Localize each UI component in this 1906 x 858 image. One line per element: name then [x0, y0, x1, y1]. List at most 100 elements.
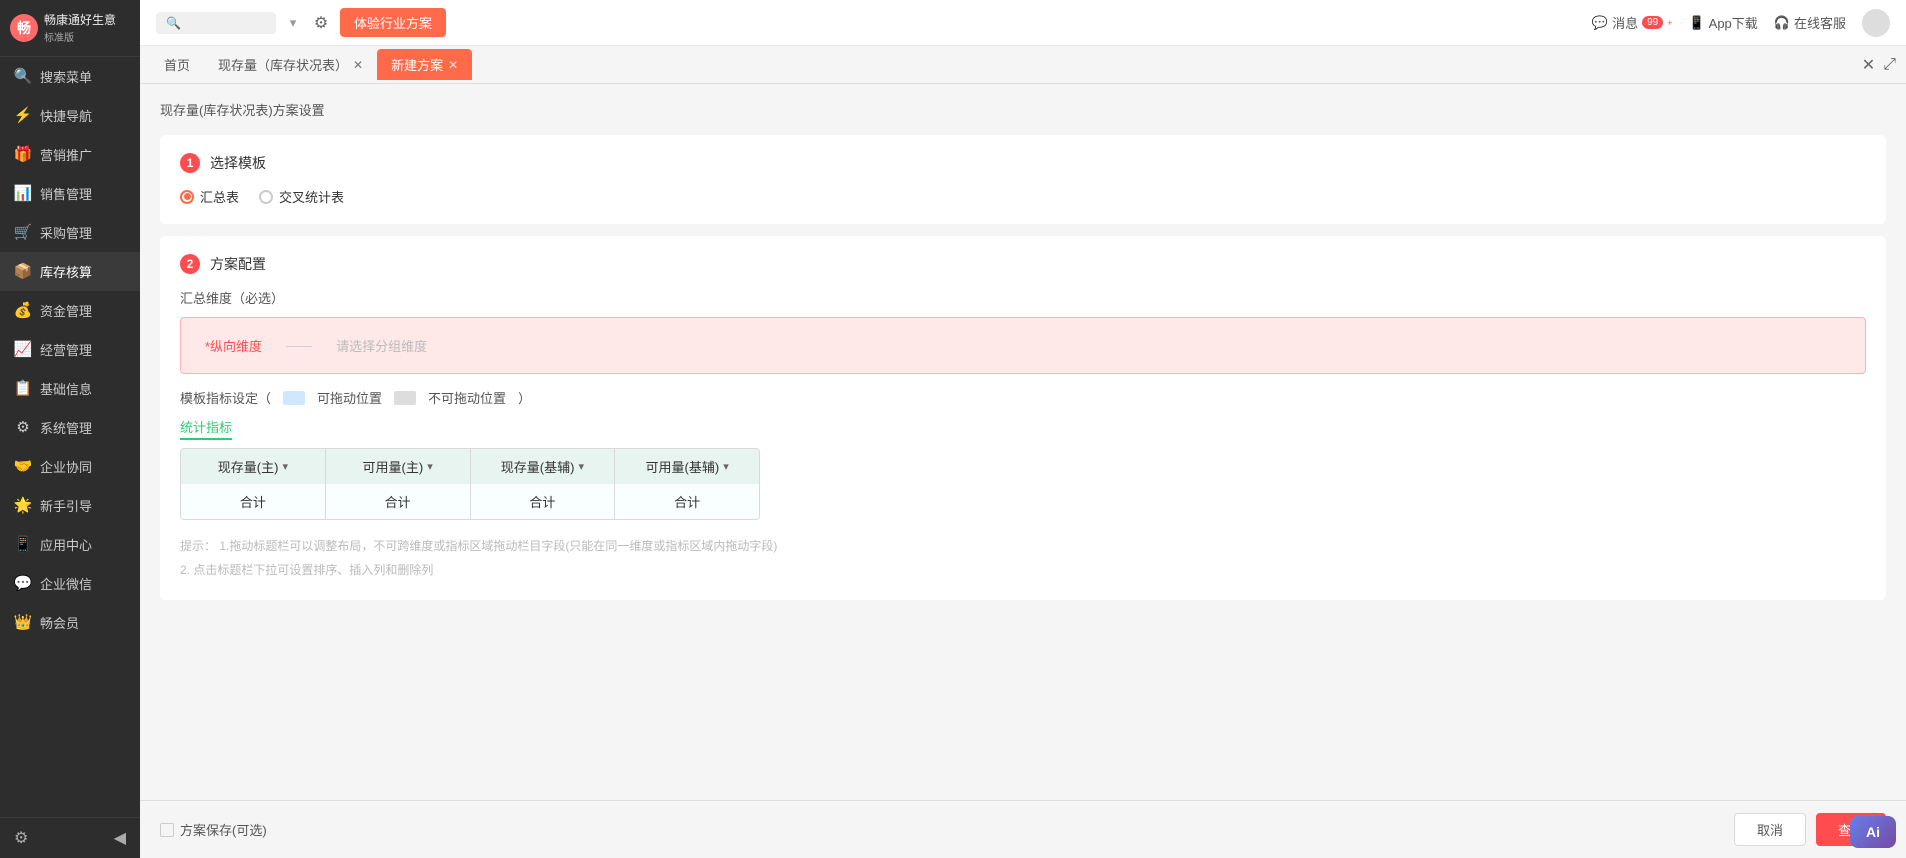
- sidebar-item-label: 资金管理: [40, 301, 92, 320]
- stats-table-header: 现存量(主) ▾ 可用量(主) ▾ 现存量(基辅) ▾ 可用量(基辅): [181, 449, 759, 484]
- search-menu-icon: 🔍: [14, 67, 32, 85]
- appcenter-icon: 📱: [14, 535, 32, 553]
- headset-icon: 🎧: [1774, 15, 1790, 31]
- sidebar-item-quicknav[interactable]: ⚡ 快捷导航: [0, 96, 140, 135]
- dimension-area[interactable]: *纵向维度 —— 请选择分组维度: [180, 317, 1866, 374]
- indicator-settings-row: 模板指标设定（ 可拖动位置 不可拖动位置 ）: [180, 388, 1866, 407]
- header-right: 💬 消息 99 + 📱 App下载 🎧 在线客服: [1592, 9, 1890, 37]
- page-title: 现存量(库存状况表)方案设置: [160, 100, 1886, 119]
- col-header-4[interactable]: 可用量(基辅) ▾: [615, 449, 759, 484]
- phone-icon: 📱: [1688, 15, 1704, 31]
- header-search[interactable]: 🔍: [156, 12, 276, 34]
- stats-label: 统计指标: [180, 417, 232, 440]
- sidebar-item-collab[interactable]: 🤝 企业协同: [0, 447, 140, 486]
- app-download-item[interactable]: 📱 App下载: [1688, 13, 1757, 32]
- messages-item[interactable]: 💬 消息 99 +: [1592, 13, 1673, 32]
- step1-section: 1 选择模板 汇总表 交叉统计表: [160, 135, 1886, 224]
- tab-new-scheme[interactable]: 新建方案 ✕: [377, 49, 472, 80]
- vip-icon: 👑: [14, 613, 32, 631]
- sidebar-item-purchase[interactable]: 🛒 采购管理: [0, 213, 140, 252]
- sidebar-settings-icon[interactable]: ⚙: [14, 828, 28, 848]
- sidebar-item-newguide[interactable]: 🌟 新手引导: [0, 486, 140, 525]
- sidebar-item-label: 库存核算: [40, 262, 92, 281]
- app-name: 畅康通好生意: [44, 12, 116, 29]
- step2-section: 2 方案配置 汇总维度（必选） *纵向维度 —— 请选择分组维度 模板指标设定（…: [160, 236, 1886, 600]
- sidebar-item-finance[interactable]: 💰 资金管理: [0, 291, 140, 330]
- sidebar-bottom: ⚙ ◀: [0, 817, 140, 858]
- tip-1: 提示： 1.拖动标题栏可以调整布局，不可跨维度或指标区域拖动栏目字段(只能在同一…: [180, 534, 1866, 558]
- step2-badge: 2: [180, 254, 200, 274]
- col-header-1-label: 现存量(主): [218, 457, 279, 476]
- col-header-1[interactable]: 现存量(主) ▾: [181, 449, 326, 484]
- sidebar-item-basicinfo[interactable]: 📋 基础信息: [0, 369, 140, 408]
- tab-inventory-close[interactable]: ✕: [353, 58, 363, 72]
- dropdown-icon[interactable]: ▾: [284, 14, 302, 32]
- gear-icon[interactable]: ⚙: [310, 12, 332, 34]
- col-4-chevron[interactable]: ▾: [723, 460, 729, 473]
- tab-home-label: 首页: [164, 55, 190, 74]
- app-version: 标准版: [44, 29, 116, 44]
- tab-inventory[interactable]: 现存量（库存状况表） ✕: [204, 49, 377, 80]
- sidebar-item-operations[interactable]: 📈 经营管理: [0, 330, 140, 369]
- logo-icon: 畅: [10, 14, 38, 42]
- sidebar-item-inventory[interactable]: 📦 库存核算: [0, 252, 140, 291]
- inventory-icon: 📦: [14, 262, 32, 280]
- col-header-2-label: 可用量(主): [363, 457, 424, 476]
- main-area: 🔍 ▾ ⚙ 体验行业方案 💬 消息 99 + 📱 App下载 🎧 在线客服: [140, 0, 1906, 858]
- avatar[interactable]: [1862, 9, 1890, 37]
- sidebar-item-corpwechat[interactable]: 💬 企业微信: [0, 564, 140, 603]
- template-crosstab[interactable]: 交叉统计表: [259, 187, 344, 206]
- stats-table-body: 合计 合计 合计 合计: [181, 484, 759, 519]
- system-icon: ⚙: [14, 418, 32, 436]
- draggable-indicator: [283, 391, 305, 405]
- expand-window-btn[interactable]: ⤢: [1883, 56, 1896, 74]
- col-1-chevron[interactable]: ▾: [282, 460, 288, 473]
- tab-home[interactable]: 首页: [150, 49, 204, 80]
- template-crosstab-label: 交叉统计表: [279, 187, 344, 206]
- dim-placeholder: 请选择分组维度: [336, 336, 427, 355]
- col-header-2[interactable]: 可用量(主) ▾: [326, 449, 471, 484]
- header: 🔍 ▾ ⚙ 体验行业方案 💬 消息 99 + 📱 App下载 🎧 在线客服: [140, 0, 1906, 46]
- online-service-item[interactable]: 🎧 在线客服: [1774, 13, 1846, 32]
- template-summary[interactable]: 汇总表: [180, 187, 239, 206]
- col-body-2-val: 合计: [385, 492, 411, 511]
- sidebar-logo: 畅 畅康通好生意 标准版: [0, 0, 140, 57]
- search-icon: 🔍: [166, 16, 181, 30]
- col-header-3[interactable]: 现存量(基辅) ▾: [471, 449, 616, 484]
- tip-2: 2. 点击标题栏下拉可设置排序、插入列和删除列: [180, 558, 1866, 582]
- save-checkbox[interactable]: [160, 823, 174, 837]
- cancel-button[interactable]: 取消: [1734, 813, 1806, 846]
- radio-crosstab[interactable]: [259, 190, 273, 204]
- col-3-chevron[interactable]: ▾: [578, 460, 584, 473]
- save-label: 方案保存(可选): [180, 820, 267, 839]
- sidebar-item-system[interactable]: ⚙ 系统管理: [0, 408, 140, 447]
- close-window-btn[interactable]: ✕: [1862, 55, 1875, 75]
- step1-badge: 1: [180, 153, 200, 173]
- sidebar-item-label: 快捷导航: [40, 106, 92, 125]
- col-body-3: 合计: [471, 484, 616, 519]
- not-draggable-indicator: [394, 391, 416, 405]
- col-2-chevron[interactable]: ▾: [427, 460, 433, 473]
- industry-btn[interactable]: 体验行业方案: [340, 8, 446, 37]
- stats-section: 统计指标 现存量(主) ▾ 可用量(主) ▾ 现存量(基辅): [180, 417, 1866, 520]
- radio-summary[interactable]: [180, 190, 194, 204]
- sidebar-item-label: 销售管理: [40, 184, 92, 203]
- sidebar-item-search[interactable]: 🔍 搜索菜单: [0, 57, 140, 96]
- sidebar: 畅 畅康通好生意 标准版 🔍 搜索菜单 ⚡ 快捷导航 🎁 营销推广 📊 销售管理…: [0, 0, 140, 858]
- newguide-icon: 🌟: [14, 496, 32, 514]
- ai-float-button[interactable]: Ai: [1850, 816, 1896, 848]
- sidebar-item-label: 基础信息: [40, 379, 92, 398]
- sidebar-item-appcenter[interactable]: 📱 应用中心: [0, 525, 140, 564]
- sidebar-item-marketing[interactable]: 🎁 营销推广: [0, 135, 140, 174]
- sidebar-nav: 🔍 搜索菜单 ⚡ 快捷导航 🎁 营销推广 📊 销售管理 🛒 采购管理 📦 库存核…: [0, 57, 140, 817]
- sidebar-item-label: 新手引导: [40, 496, 92, 515]
- online-service-label: 在线客服: [1794, 13, 1846, 32]
- col-body-3-val: 合计: [529, 492, 555, 511]
- sidebar-item-vip[interactable]: 👑 畅会员: [0, 603, 140, 642]
- tab-new-scheme-close[interactable]: ✕: [448, 58, 458, 72]
- sidebar-item-sales[interactable]: 📊 销售管理: [0, 174, 140, 213]
- not-draggable-label: 不可拖动位置: [428, 388, 506, 407]
- col-body-4: 合计: [615, 484, 759, 519]
- save-option[interactable]: 方案保存(可选): [160, 820, 267, 839]
- sidebar-collapse-icon[interactable]: ◀: [114, 828, 126, 848]
